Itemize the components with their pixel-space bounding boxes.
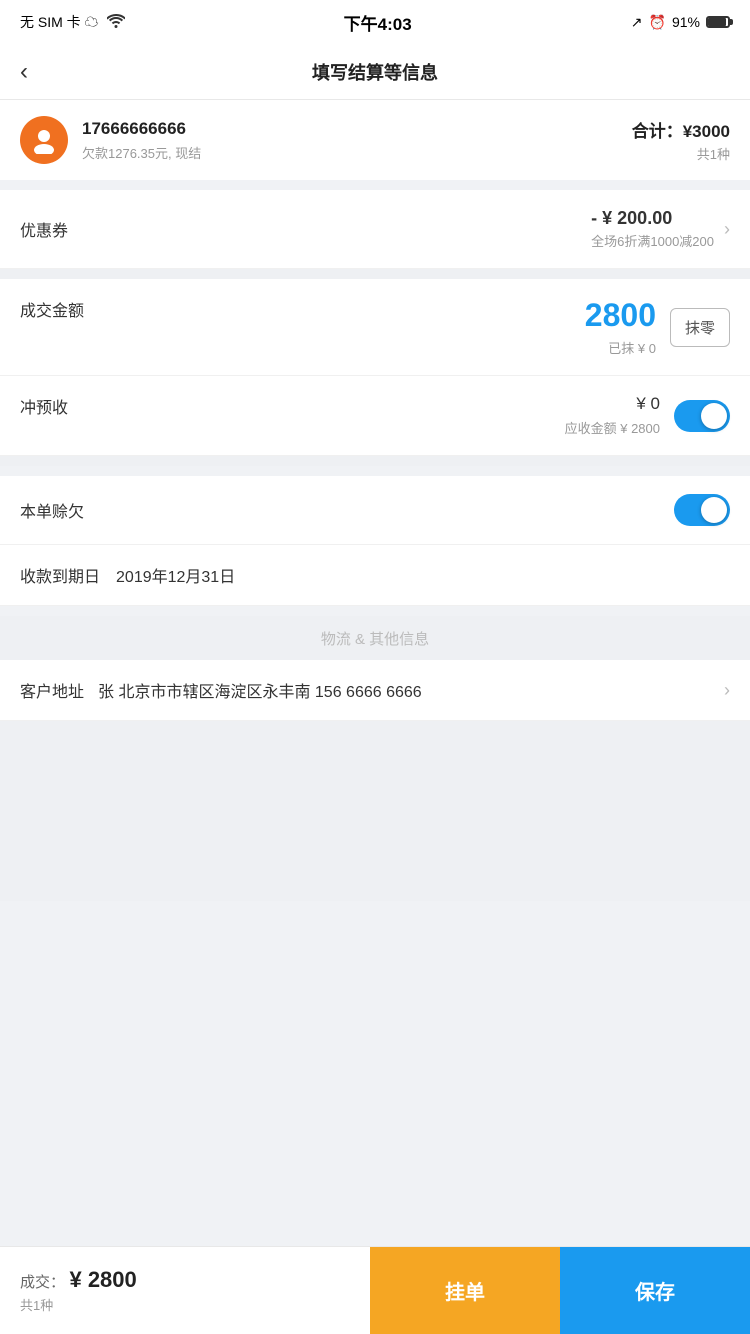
prepay-amount: ¥ 0 [565, 394, 660, 414]
battery-icon [706, 16, 730, 28]
section-divider-2 [0, 456, 750, 466]
avatar [20, 116, 68, 164]
address-value: 张 北京市市辖区海淀区永丰南 156 6666 6666 [98, 678, 710, 702]
customer-card: 17666666666 欠款1276.35元, 现结 合计：¥3000 共1种 [0, 100, 750, 180]
back-button[interactable]: ‹ [20, 58, 60, 86]
coupon-chevron-icon: › [724, 219, 730, 240]
total-count: 共1种 [632, 144, 730, 163]
prepay-section: 冲预收 ¥ 0 应收金额 ¥ 2800 [0, 376, 750, 456]
coupon-amount: - ¥ 200.00 [591, 208, 714, 229]
deal-amount-label: 成交金额 [20, 297, 84, 321]
logistics-label: 物流 & 其他信息 [321, 628, 429, 649]
debt-toggle[interactable] [674, 494, 730, 526]
customer-phone: 17666666666 [82, 119, 201, 139]
debt-label: 本单赊欠 [20, 498, 84, 522]
prepay-receivable: 应收金额 ¥ 2800 [565, 418, 660, 437]
nav-bar: ‹ 填写结算等信息 [0, 44, 750, 100]
main-content: 17666666666 欠款1276.35元, 现结 合计：¥3000 共1种 … [0, 100, 750, 1021]
bottom-bar: 成交： ¥ 2800 共1种 挂单 保存 [0, 1246, 750, 1334]
coupon-row[interactable]: 优惠券 - ¥ 200.00 全场6折满1000减200 › [0, 190, 750, 269]
address-section[interactable]: 客户地址 张 北京市市辖区海淀区永丰南 156 6666 6666 › [0, 660, 750, 721]
total-amount: 合计：¥3000 [632, 117, 730, 142]
status-left: 无 SIM 卡 ☁ [20, 12, 125, 32]
duedate-value: 2019年12月31日 [116, 563, 235, 587]
debt-section: 本单赊欠 [0, 476, 750, 545]
location-icon: ↗ [631, 14, 643, 31]
wifi-icon [107, 14, 125, 31]
address-label: 客户地址 [20, 678, 84, 702]
toggle-knob [701, 403, 727, 429]
deal-rubbed: 已抹 ¥ 0 [585, 338, 656, 357]
duedate-section: 收款到期日 2019年12月31日 [0, 545, 750, 606]
prepay-toggle[interactable] [674, 400, 730, 432]
gray-bg [0, 721, 750, 901]
section-divider-1 [0, 269, 750, 279]
duedate-label: 收款到期日 [20, 563, 100, 587]
sim-label: 无 SIM 卡 ☁ [20, 12, 99, 32]
battery-percent: 91% [672, 14, 700, 30]
coupon-desc: 全场6折满1000减200 [591, 231, 714, 250]
prepay-label: 冲预收 [20, 394, 68, 418]
coupon-label: 优惠券 [20, 217, 68, 241]
status-bar: 无 SIM 卡 ☁ 下午4:03 ↗ ⏰ 91% [0, 0, 750, 44]
status-right: ↗ ⏰ 91% [631, 14, 730, 31]
logistics-divider: 物流 & 其他信息 [0, 616, 750, 660]
deal-amount-value: 2800 [585, 297, 656, 334]
round-button[interactable]: 抹零 [670, 308, 730, 347]
bottom-deal-count: 共1种 [20, 1295, 350, 1314]
deal-amount-section: 成交金额 2800 已抹 ¥ 0 抹零 [0, 279, 750, 376]
hold-button[interactable]: 挂单 [370, 1247, 560, 1334]
save-button[interactable]: 保存 [560, 1247, 750, 1334]
bottom-deal-label: 成交： [20, 1274, 65, 1291]
alarm-icon: ⏰ [649, 14, 666, 31]
debt-toggle-knob [701, 497, 727, 523]
address-chevron-icon: › [724, 680, 730, 701]
status-time: 下午4:03 [344, 10, 412, 35]
page-title: 填写结算等信息 [312, 59, 438, 85]
bottom-deal-amount: ¥ 2800 [69, 1267, 136, 1292]
customer-debt: 欠款1276.35元, 现结 [82, 143, 201, 162]
